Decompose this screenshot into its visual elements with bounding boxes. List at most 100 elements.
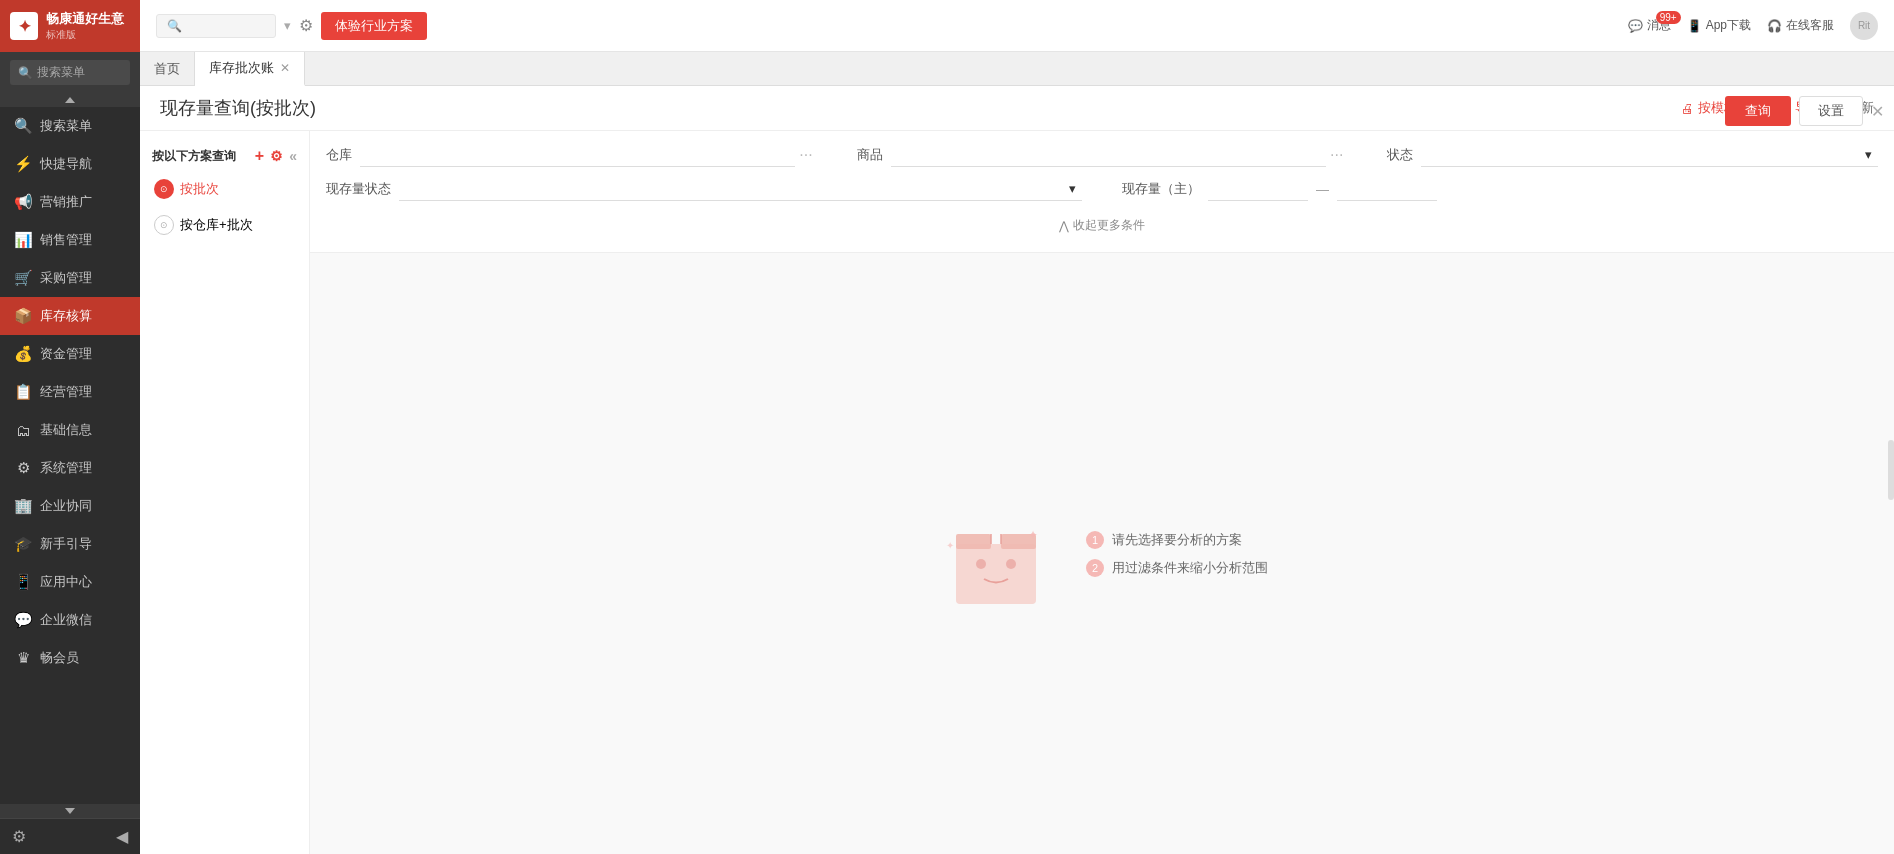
sidebar-item-label-enterprise: 企业协同: [40, 497, 126, 515]
filter-panel-actions: + ⚙ «: [255, 147, 297, 165]
tab-bar: 首页 库存批次账 ✕: [140, 52, 1894, 86]
svg-point-5: [976, 559, 986, 569]
stock-qty-to[interactable]: [1337, 177, 1437, 201]
stock-status-select[interactable]: ▾: [399, 177, 1082, 201]
sidebar-item-label-marketing: 营销推广: [40, 193, 126, 211]
app-name: 畅康通好生意: [46, 10, 124, 28]
schema-batch[interactable]: ⊙ 按批次: [140, 171, 309, 207]
operation-nav-icon: 📋: [14, 383, 32, 401]
schema-warehouse-batch-label: 按仓库+批次: [180, 216, 253, 234]
empty-text-block: 1 请先选择要分析的方案 2 用过滤条件来缩小分析范围: [1086, 531, 1268, 577]
status-label: 状态: [1387, 146, 1421, 164]
topbar-app-download[interactable]: 📱 App下载: [1687, 17, 1751, 34]
sidebar-search-area[interactable]: 🔍 搜索菜单: [0, 52, 140, 93]
sidebar-item-enterprise[interactable]: 🏢 企业协同: [0, 487, 140, 525]
query-button[interactable]: 查询: [1725, 96, 1791, 126]
sidebar-item-inventory[interactable]: 📦 库存核算: [0, 297, 140, 335]
product-input[interactable]: [891, 143, 1326, 167]
warehouse-input[interactable]: [360, 143, 795, 167]
topbar-search[interactable]: 🔍: [156, 14, 276, 38]
message-icon: 💬: [1628, 19, 1643, 33]
avatar-text: Rit: [1858, 20, 1870, 31]
topbar-online-service[interactable]: 🎧 在线客服: [1767, 17, 1834, 34]
product-dots[interactable]: ···: [1326, 146, 1347, 164]
sidebar-item-label-quick: 快捷导航: [40, 155, 126, 173]
page-header: 现存量查询(按批次) 🖨 按模板打印 ▾ ↑ 导出 ↺ 刷新 查询 设置: [140, 86, 1894, 131]
sidebar-item-label-finance: 资金管理: [40, 345, 126, 363]
stock-qty-label: 现存量（主）: [1122, 180, 1208, 198]
topbar-message[interactable]: 💬 消息 99+: [1628, 17, 1671, 34]
empty-hint-label-1: 请先选择要分析的方案: [1112, 531, 1242, 549]
sidebar-item-finance[interactable]: 💰 资金管理: [0, 335, 140, 373]
schema-batch-icon: ⊙: [154, 179, 174, 199]
inventory-nav-icon: 📦: [14, 307, 32, 325]
collapse-more-btn[interactable]: ⋀ 收起更多条件: [326, 211, 1878, 240]
sidebar-item-purchase[interactable]: 🛒 采购管理: [0, 259, 140, 297]
filter-stock-status: 现存量状态 ▾: [326, 177, 1082, 201]
empty-hint-2: 2 用过滤条件来缩小分析范围: [1086, 559, 1268, 577]
svg-text:✦: ✦: [946, 540, 954, 551]
topbar-gear-icon[interactable]: ⚙: [299, 16, 313, 35]
sidebar-item-newbie[interactable]: 🎓 新手引导: [0, 525, 140, 563]
settings-footer-icon[interactable]: ⚙: [12, 827, 26, 846]
schema-collapse-icon[interactable]: «: [289, 148, 297, 164]
filter-panel: 按以下方案查询 + ⚙ « ⊙ 按批次 ⊙: [140, 131, 310, 854]
warehouse-dots[interactable]: ···: [795, 146, 816, 164]
collapse-footer-icon[interactable]: ◀: [116, 827, 128, 846]
sidebar-item-app[interactable]: 📱 应用中心: [0, 563, 140, 601]
sidebar-item-system[interactable]: ⚙ 系统管理: [0, 449, 140, 487]
stock-status-label: 现存量状态: [326, 180, 399, 198]
sidebar-item-label-inventory: 库存核算: [40, 307, 126, 325]
filter-status: 状态 ▾: [1387, 143, 1878, 167]
collapse-more-label: 收起更多条件: [1073, 217, 1145, 234]
right-scrollbar[interactable]: [1888, 440, 1894, 500]
empty-hint-label-2: 用过滤条件来缩小分析范围: [1112, 559, 1268, 577]
sidebar-scroll-down[interactable]: [0, 804, 140, 818]
filter-panel-header: 按以下方案查询 + ⚙ «: [140, 141, 309, 171]
topbar-avatar[interactable]: Rit: [1850, 12, 1878, 40]
empty-illustration: ✦ ✦: [936, 494, 1056, 614]
app-nav-icon: 📱: [14, 573, 32, 591]
sidebar-item-marketing[interactable]: 📢 营销推广: [0, 183, 140, 221]
tab-home[interactable]: 首页: [140, 52, 195, 86]
schema-batch-label: 按批次: [180, 180, 219, 198]
schema-warehouse-batch[interactable]: ⊙ 按仓库+批次: [140, 207, 309, 243]
message-badge: 99+: [1656, 11, 1681, 24]
sidebar-header: ✦ 畅康通好生意 标准版: [0, 0, 140, 52]
sidebar-search-input[interactable]: 🔍 搜索菜单: [10, 60, 130, 85]
sidebar-item-basic[interactable]: 🗂 基础信息: [0, 411, 140, 449]
topbar-search-icon: 🔍: [167, 19, 182, 33]
query-filters: 仓库 ··· 商品 ··· 状态: [310, 131, 1894, 253]
sidebar-item-member[interactable]: ♛ 畅会员: [0, 639, 140, 677]
add-schema-icon[interactable]: +: [255, 147, 264, 165]
wechat-nav-icon: 💬: [14, 611, 32, 629]
close-panel-button[interactable]: ✕: [1871, 102, 1884, 121]
tab-batch[interactable]: 库存批次账 ✕: [195, 52, 305, 86]
page-title: 现存量查询(按批次): [160, 96, 316, 120]
status-select[interactable]: ▾: [1421, 143, 1878, 167]
stock-qty-from[interactable]: [1208, 177, 1308, 201]
sidebar-item-label-operation: 经营管理: [40, 383, 126, 401]
sidebar-item-operation[interactable]: 📋 经营管理: [0, 373, 140, 411]
empty-icon-svg: ✦ ✦: [936, 494, 1056, 614]
stock-status-chevron: ▾: [1069, 181, 1076, 196]
sidebar-item-search[interactable]: 🔍 搜索菜单: [0, 107, 140, 145]
schema-settings-icon[interactable]: ⚙: [270, 148, 283, 164]
filter-row-1: 仓库 ··· 商品 ··· 状态: [326, 143, 1878, 167]
empty-state: ✦ ✦ 1 请先选择要分析的方案 2 用过滤条件来缩小分析范围: [310, 253, 1894, 854]
status-select-chevron: ▾: [1865, 147, 1872, 162]
topbar: 🔍 ▾ ⚙ 体验行业方案 💬 消息 99+ 📱 App下载 🎧 在线客服: [140, 0, 1894, 52]
topbar-dropdown-icon[interactable]: ▾: [284, 18, 291, 33]
sidebar-scroll-up[interactable]: [0, 93, 140, 107]
sidebar-item-wechat[interactable]: 💬 企业微信: [0, 601, 140, 639]
sidebar-item-sales[interactable]: 📊 销售管理: [0, 221, 140, 259]
enterprise-nav-icon: 🏢: [14, 497, 32, 515]
tab-batch-close[interactable]: ✕: [280, 61, 290, 75]
empty-hint-1: 1 请先选择要分析的方案: [1086, 531, 1268, 549]
settings-button[interactable]: 设置: [1799, 96, 1863, 126]
schema-warehouse-batch-icon: ⊙: [154, 215, 174, 235]
industry-btn[interactable]: 体验行业方案: [321, 12, 427, 40]
warehouse-label: 仓库: [326, 146, 360, 164]
sidebar-item-quick[interactable]: ⚡ 快捷导航: [0, 145, 140, 183]
sidebar-nav: 🔍 搜索菜单 ⚡ 快捷导航 📢 营销推广 📊 销售管理 🛒 采购管理 📦 库存核…: [0, 107, 140, 804]
